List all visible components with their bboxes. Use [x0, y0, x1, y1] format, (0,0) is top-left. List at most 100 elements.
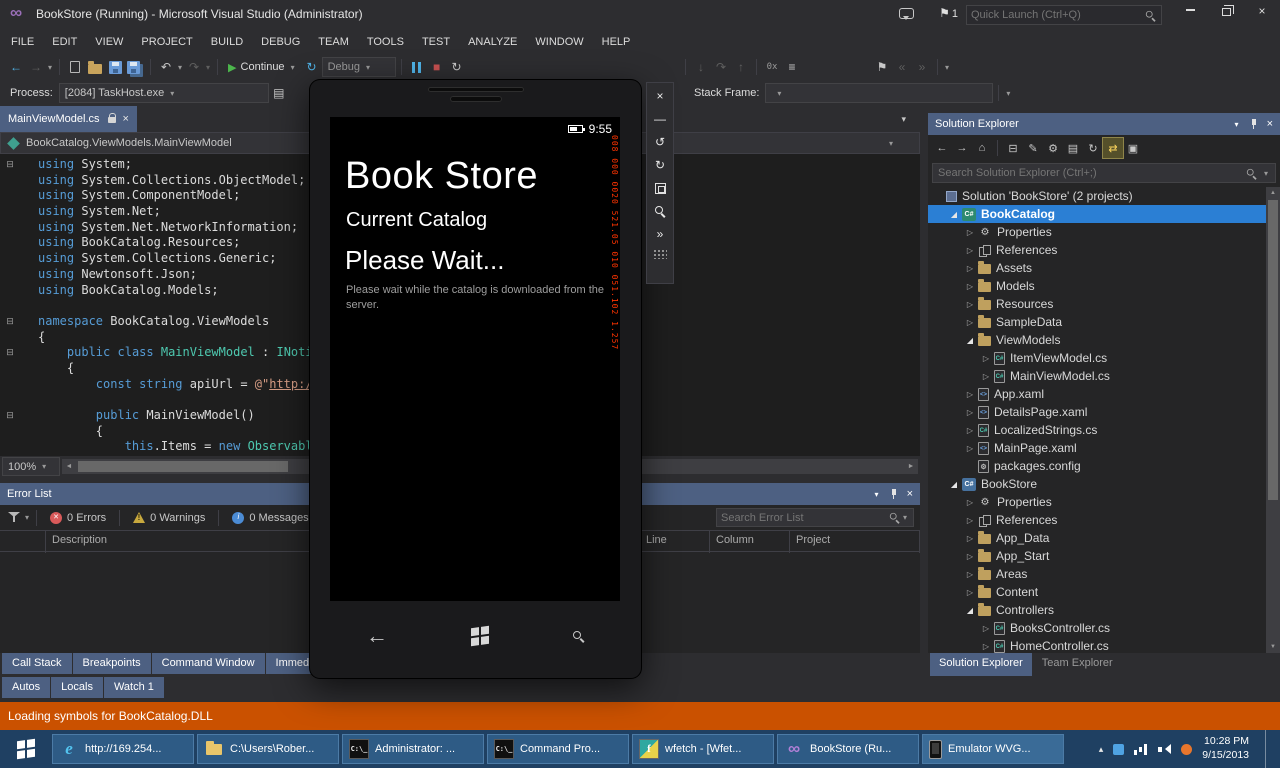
- filter-dropdown-icon[interactable]: ▾: [25, 513, 29, 522]
- tool-tab-autos[interactable]: Autos: [2, 677, 50, 698]
- expander-collapsed-icon[interactable]: ▷: [964, 498, 976, 507]
- errors-toggle-button[interactable]: 0 Errors: [42, 508, 114, 528]
- quick-launch-input[interactable]: [971, 9, 1144, 21]
- column-header-line[interactable]: Line: [640, 531, 710, 553]
- taskbar-item-command-pro[interactable]: Command Pro...: [487, 734, 629, 764]
- tree-item-controllers[interactable]: ◢Controllers: [928, 601, 1266, 619]
- menu-item-test[interactable]: TEST: [413, 30, 459, 54]
- menu-item-file[interactable]: FILE: [2, 30, 43, 54]
- tree-item-bookcatalog[interactable]: ◢BookCatalog: [928, 205, 1266, 223]
- tool-tab-command-window[interactable]: Command Window: [152, 653, 265, 674]
- save-button[interactable]: [106, 56, 124, 78]
- toolbar-overflow-button[interactable]: ▾: [945, 63, 949, 72]
- stop-debugging-button[interactable]: ■: [428, 56, 446, 78]
- refresh-button[interactable]: ↻: [1083, 138, 1103, 158]
- scrollbar-thumb[interactable]: [1268, 200, 1278, 500]
- rotate-left-button[interactable]: ↺: [648, 131, 672, 153]
- tree-item-bookscontroller-cs[interactable]: ▷BooksController.cs: [928, 619, 1266, 637]
- stack-frame-combo[interactable]: ▾: [765, 83, 993, 103]
- redo-button[interactable]: ↷: [185, 56, 203, 78]
- solution-explorer-header[interactable]: Solution Explorer ▾ ×: [928, 113, 1280, 135]
- back-button[interactable]: ←: [366, 623, 388, 649]
- tree-item-homecontroller-cs[interactable]: ▷HomeController.cs: [928, 637, 1266, 653]
- step-out-button[interactable]: ↑: [732, 56, 750, 78]
- taskbar-item-emulator-wvg[interactable]: Emulator WVG...: [922, 734, 1064, 764]
- expander-collapsed-icon[interactable]: ▷: [964, 570, 976, 579]
- network-icon[interactable]: [1134, 743, 1148, 755]
- tree-item-app-data[interactable]: ▷App_Data: [928, 529, 1266, 547]
- search-button[interactable]: [572, 630, 585, 643]
- tree-vertical-scrollbar[interactable]: ▲ ▼: [1266, 187, 1280, 653]
- toggle-bookmark-button[interactable]: ⚑: [873, 56, 891, 78]
- panel-tab-team-explorer[interactable]: Team Explorer: [1033, 653, 1122, 676]
- collapse-all-button[interactable]: ⊟: [1003, 138, 1023, 158]
- fit-to-screen-button[interactable]: [648, 177, 672, 199]
- expander-collapsed-icon[interactable]: ▷: [980, 624, 992, 633]
- redo-dropdown-icon[interactable]: ▾: [206, 63, 210, 72]
- back-button[interactable]: ←: [932, 138, 952, 158]
- close-document-icon[interactable]: ×: [123, 113, 129, 125]
- show-all-files-button[interactable]: ▤: [1063, 138, 1083, 158]
- tree-item-areas[interactable]: ▷Areas: [928, 565, 1266, 583]
- menu-item-tools[interactable]: TOOLS: [358, 30, 413, 54]
- tool-tab-watch-1[interactable]: Watch 1: [104, 677, 164, 698]
- menu-item-build[interactable]: BUILD: [202, 30, 252, 54]
- window-menu-icon[interactable]: ▾: [875, 490, 879, 499]
- debug-toolbar-overflow-button[interactable]: ▾: [1006, 89, 1010, 98]
- solution-explorer-search[interactable]: ▾: [932, 163, 1276, 183]
- expander-collapsed-icon[interactable]: ▷: [964, 318, 976, 327]
- close-panel-icon[interactable]: ×: [907, 488, 913, 500]
- notifications-flag[interactable]: ⚑1: [939, 6, 958, 20]
- fold-collapse-icon[interactable]: ⊟: [0, 314, 20, 330]
- previous-bookmark-button[interactable]: «: [893, 56, 911, 78]
- tree-item-assets[interactable]: ▷Assets: [928, 259, 1266, 277]
- tree-item-properties[interactable]: ▷⚙Properties: [928, 223, 1266, 241]
- save-all-button[interactable]: [126, 56, 144, 78]
- expander-collapsed-icon[interactable]: ▷: [980, 642, 992, 651]
- tree-item-sampledata[interactable]: ▷SampleData: [928, 313, 1266, 331]
- tree-item-packages-config[interactable]: packages.config: [928, 457, 1266, 475]
- preview-selected-items-button[interactable]: ▣: [1123, 138, 1143, 158]
- taskbar-clock[interactable]: 10:28 PM 9/15/2013: [1202, 735, 1249, 762]
- expander-expanded-icon[interactable]: ◢: [964, 336, 976, 345]
- panel-tab-solution-explorer[interactable]: Solution Explorer: [930, 653, 1032, 676]
- filter-icon[interactable]: [8, 511, 21, 524]
- minimize-emulator-button[interactable]: —: [648, 108, 672, 130]
- forward-button[interactable]: →: [952, 138, 972, 158]
- undo-dropdown-icon[interactable]: ▾: [178, 63, 182, 72]
- hidden-icons-chevron[interactable]: ▴: [1099, 744, 1104, 755]
- tree-item-itemviewmodel-cs[interactable]: ▷ItemViewModel.cs: [928, 349, 1266, 367]
- fold-collapse-icon[interactable]: ⊟: [0, 345, 20, 361]
- tool-tab-call-stack[interactable]: Call Stack: [2, 653, 72, 674]
- document-list-dropdown-icon[interactable]: ▾: [901, 114, 906, 125]
- expander-collapsed-icon[interactable]: ▷: [964, 390, 976, 399]
- quick-launch[interactable]: [966, 5, 1162, 25]
- tree-item-content[interactable]: ▷Content: [928, 583, 1266, 601]
- navigate-forward-button[interactable]: →: [27, 56, 45, 78]
- scroll-up-icon[interactable]: ▲: [1266, 187, 1280, 199]
- tree-item-resources[interactable]: ▷Resources: [928, 295, 1266, 313]
- thread-list-button[interactable]: ▤: [270, 82, 288, 104]
- scroll-right-icon[interactable]: ►: [904, 459, 918, 474]
- expander-collapsed-icon[interactable]: ▷: [964, 282, 976, 291]
- show-threads-button[interactable]: ≡: [783, 56, 801, 78]
- taskbar-item-c-users-rober[interactable]: C:\Users\Rober...: [197, 734, 339, 764]
- warnings-toggle-button[interactable]: 0 Warnings: [125, 508, 213, 528]
- break-all-button[interactable]: [408, 56, 426, 78]
- pin-icon[interactable]: [890, 489, 898, 500]
- close-emulator-button[interactable]: ×: [648, 85, 672, 107]
- properties-button[interactable]: ⚙: [1043, 138, 1063, 158]
- pending-changes-filter-button[interactable]: ✎: [1023, 138, 1043, 158]
- restart-debugging-button[interactable]: ↻: [448, 56, 466, 78]
- home-button[interactable]: ⌂: [972, 138, 992, 158]
- taskbar-item-administrator[interactable]: Administrator: ...: [342, 734, 484, 764]
- step-into-button[interactable]: ↓: [692, 56, 710, 78]
- menu-item-help[interactable]: HELP: [593, 30, 640, 54]
- close-panel-icon[interactable]: ×: [1267, 118, 1273, 130]
- tree-item-mainpage-xaml[interactable]: ▷MainPage.xaml: [928, 439, 1266, 457]
- pin-icon[interactable]: [1250, 119, 1258, 130]
- expander-collapsed-icon[interactable]: ▷: [964, 408, 976, 417]
- search-dropdown-icon[interactable]: ▾: [1264, 169, 1268, 178]
- emulator-screen[interactable]: 9:55 Book Store Current Catalog Please W…: [330, 117, 620, 601]
- expander-expanded-icon[interactable]: ◢: [948, 210, 960, 219]
